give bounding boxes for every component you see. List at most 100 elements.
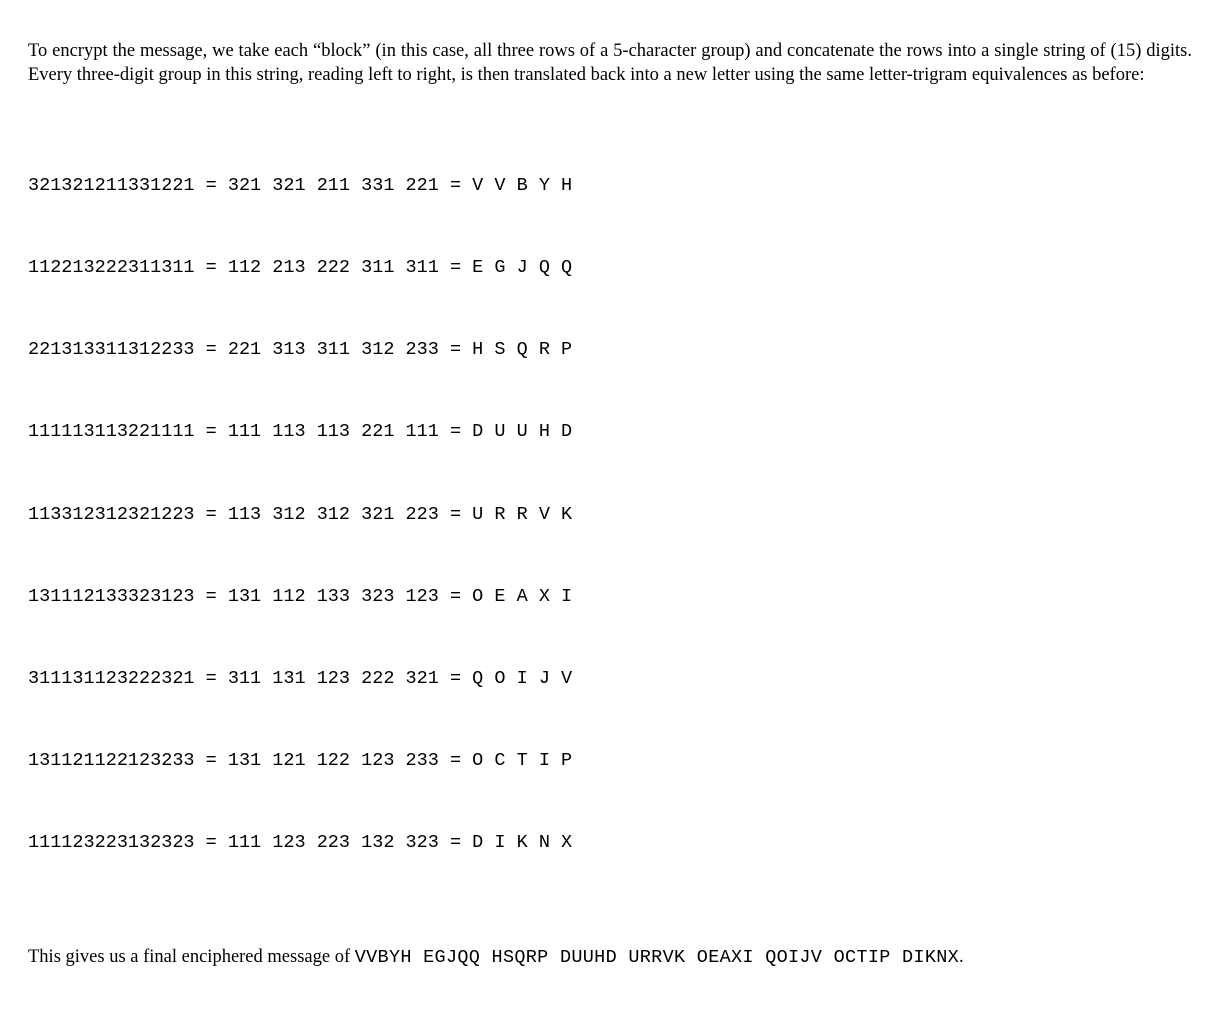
row-letter: D <box>561 421 572 442</box>
row-group: 321 <box>228 175 261 196</box>
row-group: 312 <box>272 504 305 525</box>
row-letter: I <box>539 750 550 771</box>
row-letter: R <box>517 504 528 525</box>
row-group: 113 <box>317 421 350 442</box>
row-letter: U <box>494 421 505 442</box>
row-group: 123 <box>317 668 350 689</box>
row-group: 321 <box>361 504 394 525</box>
row-letter: H <box>561 175 572 196</box>
row-letter: V <box>494 175 505 196</box>
cipher-output: VVBYH EGJQQ HSQRP DUUHD URRVK OEAXI QOIJ… <box>355 947 959 968</box>
row-group: 221 <box>228 339 261 360</box>
row-letter: K <box>517 832 528 853</box>
row-group: 131 <box>272 668 305 689</box>
row-full: 113312312321223 <box>28 504 195 525</box>
row-group: 123 <box>272 832 305 853</box>
derivation-row: 112213222311311 = 112 213 222 311 311 = … <box>28 254 1192 281</box>
derivation-row: 131112133323123 = 131 112 133 323 123 = … <box>28 583 1192 610</box>
row-group: 323 <box>406 832 439 853</box>
row-group: 112 <box>272 586 305 607</box>
row-group: 312 <box>317 504 350 525</box>
row-group: 223 <box>406 504 439 525</box>
row-letter: T <box>517 750 528 771</box>
row-full: 311131123222321 <box>28 668 195 689</box>
row-group: 131 <box>228 586 261 607</box>
row-group: 313 <box>272 339 305 360</box>
row-letter: X <box>561 832 572 853</box>
row-full: 111113113221111 <box>28 421 195 442</box>
row-letter: E <box>472 257 483 278</box>
row-group: 311 <box>406 257 439 278</box>
row-group: 312 <box>361 339 394 360</box>
row-letter: V <box>539 504 550 525</box>
row-letter: G <box>494 257 505 278</box>
row-group: 112 <box>228 257 261 278</box>
row-full: 131121122123233 <box>28 750 195 771</box>
row-letter: C <box>494 750 505 771</box>
row-group: 222 <box>361 668 394 689</box>
row-letter: I <box>561 586 572 607</box>
row-group: 331 <box>361 175 394 196</box>
row-letter: B <box>517 175 528 196</box>
derivation-block: 321321211331221 = 321 321 211 331 221 = … <box>28 117 1192 911</box>
row-group: 111 <box>228 421 261 442</box>
row-letter: V <box>472 175 483 196</box>
row-letter: I <box>494 832 505 853</box>
row-group: 131 <box>228 750 261 771</box>
row-group: 222 <box>317 257 350 278</box>
row-letter: Q <box>472 668 483 689</box>
row-group: 213 <box>272 257 305 278</box>
row-letter: Y <box>539 175 550 196</box>
row-letter: S <box>494 339 505 360</box>
derivation-row: 111113113221111 = 111 113 113 221 111 = … <box>28 418 1192 445</box>
row-letter: A <box>517 586 528 607</box>
derivation-row: 221313311312233 = 221 313 311 312 233 = … <box>28 336 1192 363</box>
conclusion-lead: This gives us a final enciphered message… <box>28 947 355 967</box>
row-letter: U <box>517 421 528 442</box>
row-letter: N <box>539 832 550 853</box>
conclusion-paragraph: This gives us a final enciphered message… <box>28 945 1192 970</box>
row-group: 133 <box>317 586 350 607</box>
conclusion-tail: . <box>959 947 964 967</box>
row-group: 132 <box>361 832 394 853</box>
row-group: 221 <box>406 175 439 196</box>
row-letter: V <box>561 668 572 689</box>
row-group: 321 <box>406 668 439 689</box>
row-group: 111 <box>228 832 261 853</box>
row-group: 211 <box>317 175 350 196</box>
derivation-row: 311131123222321 = 311 131 123 222 321 = … <box>28 665 1192 692</box>
row-letter: J <box>517 257 528 278</box>
intro-paragraph: To encrypt the message, we take each “bl… <box>28 39 1192 88</box>
row-group: 113 <box>228 504 261 525</box>
row-letter: Q <box>517 339 528 360</box>
row-letter: U <box>472 504 483 525</box>
row-group: 233 <box>406 339 439 360</box>
row-letter: P <box>561 339 572 360</box>
row-letter: D <box>472 832 483 853</box>
row-group: 221 <box>361 421 394 442</box>
row-letter: O <box>472 586 483 607</box>
row-full: 221313311312233 <box>28 339 195 360</box>
row-letter: P <box>561 750 572 771</box>
row-group: 111 <box>406 421 439 442</box>
row-letter: H <box>539 421 550 442</box>
row-letter: H <box>472 339 483 360</box>
row-letter: Q <box>539 257 550 278</box>
row-letter: K <box>561 504 572 525</box>
derivation-row: 321321211331221 = 321 321 211 331 221 = … <box>28 172 1192 199</box>
row-group: 311 <box>317 339 350 360</box>
row-group: 321 <box>272 175 305 196</box>
row-letter: R <box>494 504 505 525</box>
derivation-row: 111123223132323 = 111 123 223 132 323 = … <box>28 829 1192 856</box>
derivation-row: 131121122123233 = 131 121 122 123 233 = … <box>28 747 1192 774</box>
row-letter: Q <box>561 257 572 278</box>
row-group: 323 <box>361 586 394 607</box>
derivation-row: 113312312321223 = 113 312 312 321 223 = … <box>28 501 1192 528</box>
row-group: 223 <box>317 832 350 853</box>
row-full: 321321211331221 <box>28 175 195 196</box>
row-letter: O <box>472 750 483 771</box>
row-group: 113 <box>272 421 305 442</box>
row-letter: E <box>494 586 505 607</box>
row-letter: O <box>494 668 505 689</box>
row-group: 233 <box>406 750 439 771</box>
